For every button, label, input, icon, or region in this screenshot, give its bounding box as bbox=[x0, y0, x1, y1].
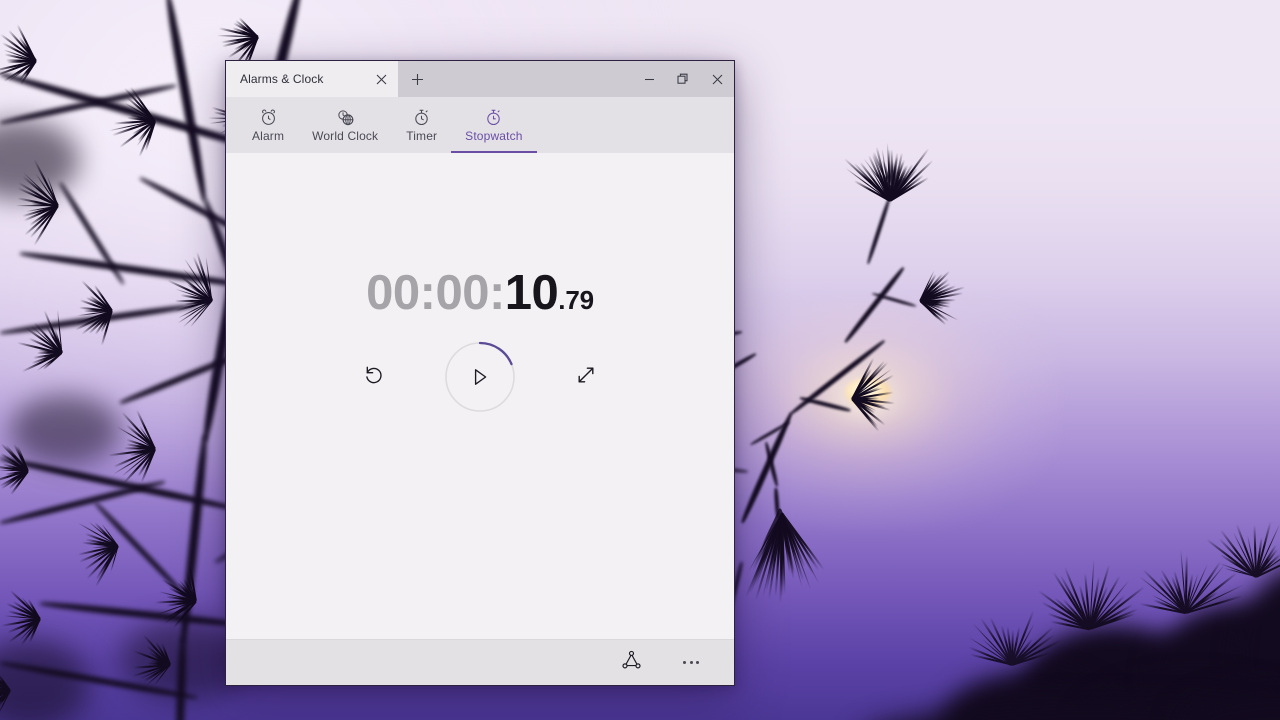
alarms-and-clock-window: Alarms & Clock Alarm World Clock Timer S… bbox=[225, 60, 735, 686]
restore-icon[interactable] bbox=[666, 61, 700, 97]
tab-alarm[interactable]: Alarm bbox=[238, 101, 298, 153]
expand-button[interactable] bbox=[562, 353, 610, 401]
wallpaper-branch bbox=[843, 266, 905, 344]
stopwatch-fraction: .79 bbox=[558, 285, 594, 315]
tab-alarm-label: Alarm bbox=[252, 129, 284, 143]
reset-button[interactable] bbox=[350, 353, 398, 401]
tab-world-clock[interactable]: World Clock bbox=[298, 101, 392, 153]
play-icon bbox=[469, 366, 491, 388]
stopwatch-panel: 00:00:10.79 bbox=[226, 153, 734, 639]
wallpaper-branch bbox=[739, 412, 793, 524]
stopwatch-seconds: 10 bbox=[505, 266, 559, 320]
wallpaper-branch bbox=[800, 396, 851, 412]
reset-icon bbox=[362, 363, 386, 392]
wallpaper-branch bbox=[164, 0, 209, 202]
window-titlebar[interactable]: Alarms & Clock bbox=[226, 61, 734, 97]
tab-title: Alarms & Clock bbox=[240, 72, 362, 86]
stopwatch-controls bbox=[226, 341, 734, 413]
browser-tab-alarms-clock[interactable]: Alarms & Clock bbox=[226, 61, 398, 97]
tab-timer-label: Timer bbox=[406, 129, 437, 143]
stopwatch-time-display: 00:00:10.79 bbox=[226, 269, 734, 318]
minimize-icon[interactable] bbox=[632, 61, 666, 97]
wallpaper-branch bbox=[179, 434, 210, 644]
titlebar-drag-area[interactable] bbox=[430, 61, 632, 97]
close-window-icon[interactable] bbox=[700, 61, 734, 97]
close-tab-icon[interactable] bbox=[368, 66, 394, 92]
tab-world-clock-label: World Clock bbox=[312, 129, 378, 143]
more-icon bbox=[683, 661, 699, 664]
expand-icon bbox=[574, 363, 598, 392]
alarm-clock-icon bbox=[259, 108, 278, 127]
globe-clock-icon bbox=[336, 108, 355, 127]
wallpaper-branch bbox=[866, 197, 892, 265]
wallpaper-foliage-blob bbox=[10, 395, 120, 465]
more-button[interactable] bbox=[670, 646, 712, 680]
tab-stopwatch[interactable]: Stopwatch bbox=[451, 101, 536, 153]
tab-timer[interactable]: Timer bbox=[392, 101, 451, 153]
bottom-command-bar bbox=[226, 639, 734, 685]
timer-icon bbox=[412, 108, 431, 127]
desktop: Alarms & Clock Alarm World Clock Timer S… bbox=[0, 0, 1280, 720]
wallpaper-foliage-blob bbox=[0, 120, 80, 200]
stopwatch-icon bbox=[484, 108, 503, 127]
app-nav-tabs: Alarm World Clock Timer Stopwatch bbox=[226, 97, 734, 153]
wallpaper-branch bbox=[58, 181, 126, 285]
share-icon bbox=[621, 650, 642, 676]
start-button[interactable] bbox=[444, 341, 516, 413]
wallpaper-branch bbox=[0, 479, 166, 526]
tab-stopwatch-label: Stopwatch bbox=[465, 129, 522, 143]
window-controls bbox=[632, 61, 734, 97]
new-tab-icon[interactable] bbox=[404, 66, 430, 92]
wallpaper-foliage-blob bbox=[0, 640, 90, 720]
share-button[interactable] bbox=[610, 646, 652, 680]
stopwatch-hours-minutes: 00:00: bbox=[366, 266, 505, 320]
